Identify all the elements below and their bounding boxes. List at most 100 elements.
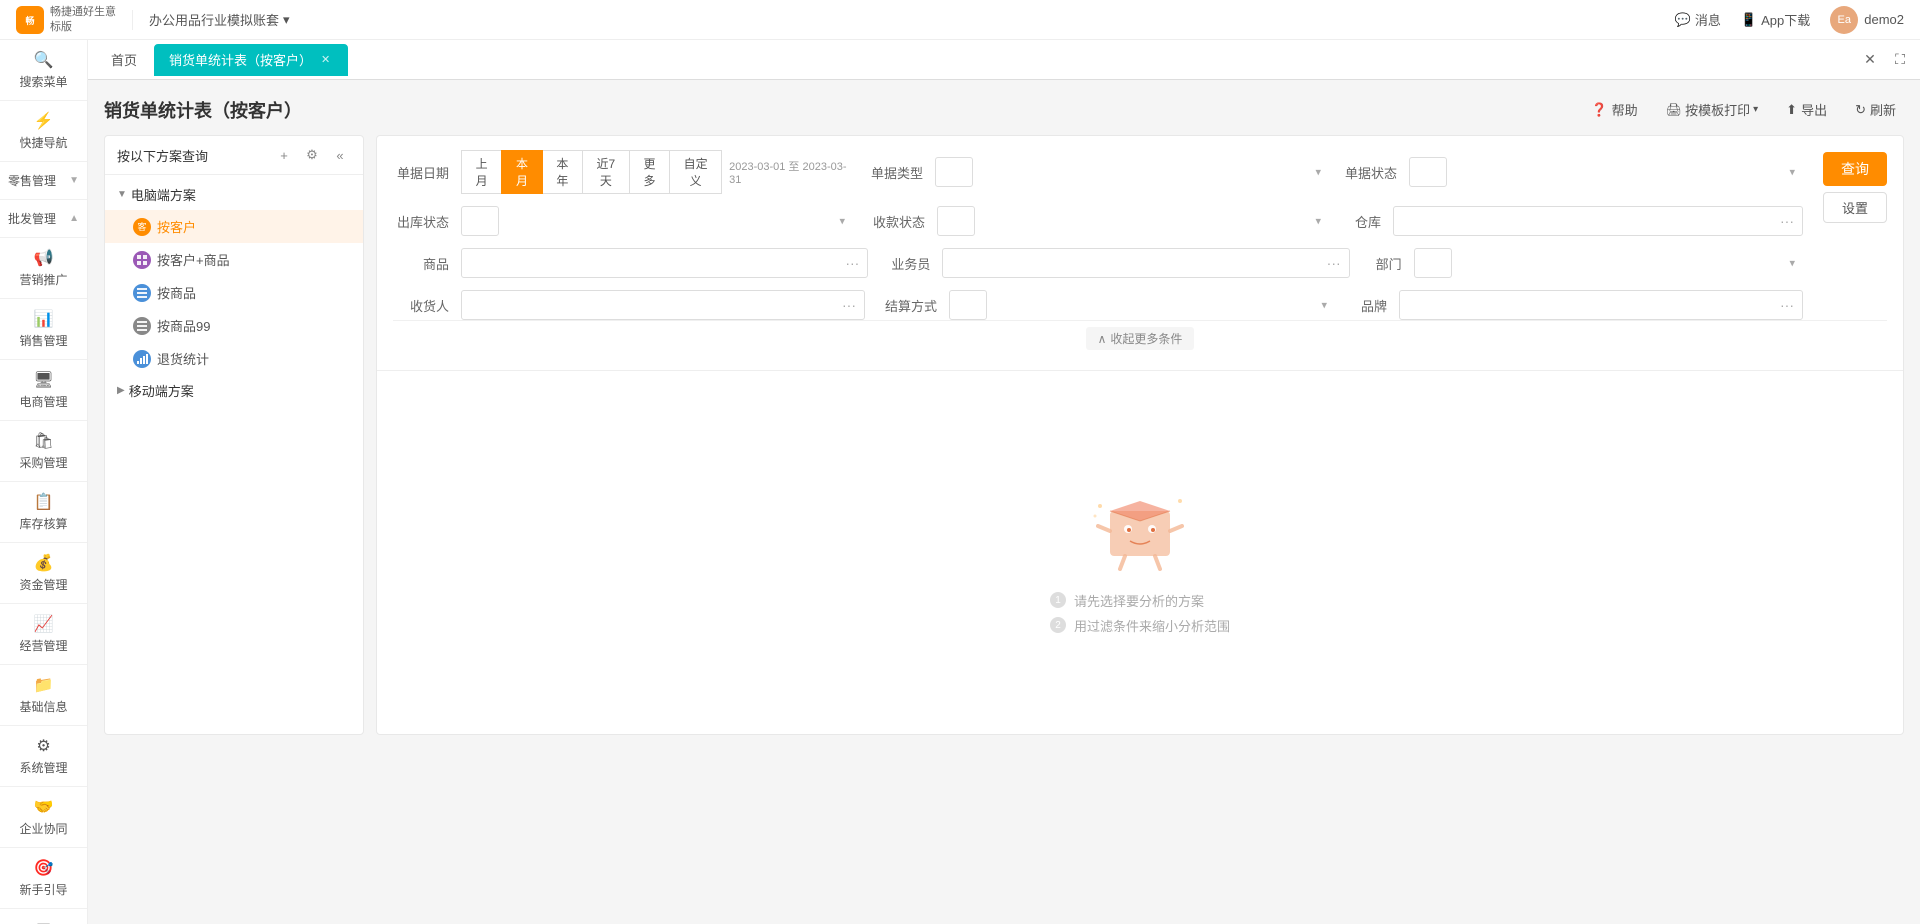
tab-sales-stats-label: 销货单统计表（按客户） (169, 50, 312, 69)
sidebar-item-label: 系统管理 (19, 759, 67, 776)
sidebar-item-finance[interactable]: 💰 资金管理 (0, 543, 87, 604)
tab-close-all-button[interactable]: ✕ (1858, 48, 1882, 72)
order-status-label: 单据状态 (1341, 163, 1397, 182)
collapse-up-icon: ∧ (1098, 332, 1107, 346)
date-btn-this-year[interactable]: 本年 (542, 150, 583, 194)
mobile-group-header[interactable]: ▶ 移动端方案 (105, 375, 363, 406)
collect-status-select[interactable] (937, 206, 975, 236)
order-status-select[interactable] (1409, 157, 1447, 187)
scheme-settings-button[interactable]: ⚙ (301, 144, 323, 166)
app-download-action[interactable]: 📱 App下载 (1741, 10, 1810, 29)
sidebar-item-retail[interactable]: 零售管理 ▼ (0, 162, 87, 200)
department-select[interactable] (1414, 248, 1452, 278)
sidebar-item-label: 搜索菜单 (19, 73, 67, 90)
tab-home-label: 首页 (111, 50, 137, 69)
sidebar-item-label: 企业协同 (19, 820, 67, 837)
hint-text-2: 用过滤条件来缩小分析范围 (1074, 616, 1230, 635)
logo-area: 畅 畅捷通好生意 标版 (16, 5, 116, 34)
tab-home[interactable]: 首页 (96, 44, 152, 76)
query-button[interactable]: 查询 (1823, 152, 1887, 186)
username-label: demo2 (1864, 12, 1904, 27)
tree-item-label: 按商品 (157, 283, 196, 302)
tree-item-by-goods-99[interactable]: 按商品99 (105, 309, 363, 342)
sidebar-item-basic-info[interactable]: 📁 基础信息 (0, 665, 87, 726)
hint-num-1: 1 (1050, 592, 1066, 608)
sidebar-item-system[interactable]: ⚙ 系统管理 (0, 726, 87, 787)
receiver-dots-icon: ··· (842, 297, 856, 313)
sales-icon: 📊 (34, 309, 54, 329)
receiver-input[interactable]: ··· (461, 290, 865, 320)
by-customer-icon: 客 (133, 218, 151, 236)
hint-text-1: 请先选择要分析的方案 (1074, 591, 1204, 610)
tree-item-return-stats[interactable]: 退货统计 (105, 342, 363, 375)
date-btn-more[interactable]: 更多 (629, 150, 670, 194)
add-scheme-button[interactable]: + (273, 144, 295, 166)
empty-state: 1 请先选择要分析的方案 2 用过滤条件来缩小分析范围 (377, 371, 1903, 734)
salesperson-label: 业务员 (880, 254, 930, 273)
tab-sales-stats[interactable]: 销货单统计表（按客户） ✕ (154, 44, 348, 76)
template-print-button[interactable]: 🖨 按模板打印 ▾ (1658, 96, 1767, 123)
brand-input[interactable]: ··· (1399, 290, 1803, 320)
date-btn-this-month[interactable]: 本月 (501, 150, 542, 194)
out-status-select[interactable] (461, 206, 499, 236)
top-header: 畅 畅捷通好生意 标版 办公用品行业模拟账套 ▾ 💬 消息 📱 App下载 Ea… (0, 0, 1920, 40)
date-btn-7days[interactable]: 近7天 (582, 150, 630, 194)
basic-info-icon: 📁 (34, 675, 54, 695)
user-action[interactable]: Ea demo2 (1830, 6, 1904, 34)
date-btn-custom[interactable]: 自定义 (669, 150, 722, 194)
sidebar-item-inventory[interactable]: 📋 库存核算 (0, 482, 87, 543)
system-icon: ⚙ (36, 736, 50, 756)
tab-expand-button[interactable]: ⛶ (1888, 48, 1912, 72)
sidebar-item-label: 快捷导航 (19, 134, 67, 151)
svg-text:畅: 畅 (25, 15, 34, 26)
desktop-group-header[interactable]: ▼ 电脑端方案 (105, 179, 363, 210)
refresh-button[interactable]: ↻ 刷新 (1847, 96, 1904, 123)
by-customer-goods-icon (133, 251, 151, 269)
date-btn-last-month[interactable]: 上月 (461, 150, 502, 194)
quick-nav-icon: ⚡ (34, 111, 54, 131)
scheme-header-actions: + ⚙ « (273, 144, 351, 166)
page-actions: ❓ 帮助 🖨 按模板打印 ▾ ⬆ 导出 ↻ 刷新 (1583, 96, 1904, 123)
collapse-button[interactable]: ∧ 收起更多条件 (1086, 327, 1195, 350)
finance-icon: 💰 (34, 553, 54, 573)
sidebar-item-quick-nav[interactable]: ⚡ 快捷导航 (0, 101, 87, 162)
settlement-select[interactable] (949, 290, 987, 320)
sidebar-item-app-center[interactable]: ▦ 应用中心 (0, 909, 87, 924)
salesperson-input[interactable]: ··· (942, 248, 1349, 278)
add-icon: + (280, 148, 288, 163)
sidebar-item-label: 销售管理 (19, 332, 67, 349)
date-group: 上月 本月 本年 近7天 更多 自定义 2023-03-01 至 2023-03… (461, 150, 855, 194)
message-action[interactable]: 💬 消息 (1675, 10, 1721, 29)
scheme-header: 按以下方案查询 + ⚙ « (105, 136, 363, 175)
help-button[interactable]: ❓ 帮助 (1583, 96, 1645, 123)
search-menu-icon: 🔍 (34, 50, 54, 70)
export-button[interactable]: ⬆ 导出 (1778, 96, 1835, 123)
app-title-dropdown[interactable]: 办公用品行业模拟账套 ▾ (149, 10, 290, 29)
sidebar-item-label: 采购管理 (19, 454, 67, 471)
sidebar-item-sales[interactable]: 📊 销售管理 (0, 299, 87, 360)
sidebar-item-enterprise-collab[interactable]: 🤝 企业协同 (0, 787, 87, 848)
scheme-collapse-button[interactable]: « (329, 144, 351, 166)
tree-section: ▼ 电脑端方案 客 按客户 按客户+商品 (105, 175, 363, 410)
sidebar-item-ecommerce[interactable]: 🖥 电商管理 (0, 360, 87, 421)
mobile-group-label: 移动端方案 (129, 381, 194, 400)
sidebar-item-purchase[interactable]: 🛍 采购管理 (0, 421, 87, 482)
sidebar-item-wholesale[interactable]: 批发管理 ▲ (0, 200, 87, 238)
warehouse-input[interactable]: ··· (1393, 206, 1803, 236)
sidebar-item-marketing[interactable]: 📢 营销推广 (0, 238, 87, 299)
tree-item-by-goods[interactable]: 按商品 (105, 276, 363, 309)
date-label: 单据日期 (393, 163, 449, 182)
tree-item-by-customer-goods[interactable]: 按客户+商品 (105, 243, 363, 276)
goods-input[interactable]: ··· (461, 248, 868, 278)
tree-item-by-customer[interactable]: 客 按客户 (105, 210, 363, 243)
page-title-bar: 销货单统计表（按客户） ❓ 帮助 🖨 按模板打印 ▾ ⬆ 导出 (104, 96, 1904, 123)
logo-text: 畅捷通好生意 标版 (50, 5, 116, 34)
receiver-label: 收货人 (393, 296, 449, 315)
order-type-select[interactable] (935, 157, 973, 187)
ecommerce-icon: 🖥 (33, 370, 53, 390)
sidebar-item-new-guide[interactable]: 🎯 新手引导 (0, 848, 87, 909)
sidebar-item-search-menu[interactable]: 🔍 搜索菜单 (0, 40, 87, 101)
settings-button[interactable]: 设置 (1823, 192, 1887, 223)
sidebar-item-operations[interactable]: 📈 经营管理 (0, 604, 87, 665)
tab-close-icon[interactable]: ✕ (318, 52, 333, 67)
